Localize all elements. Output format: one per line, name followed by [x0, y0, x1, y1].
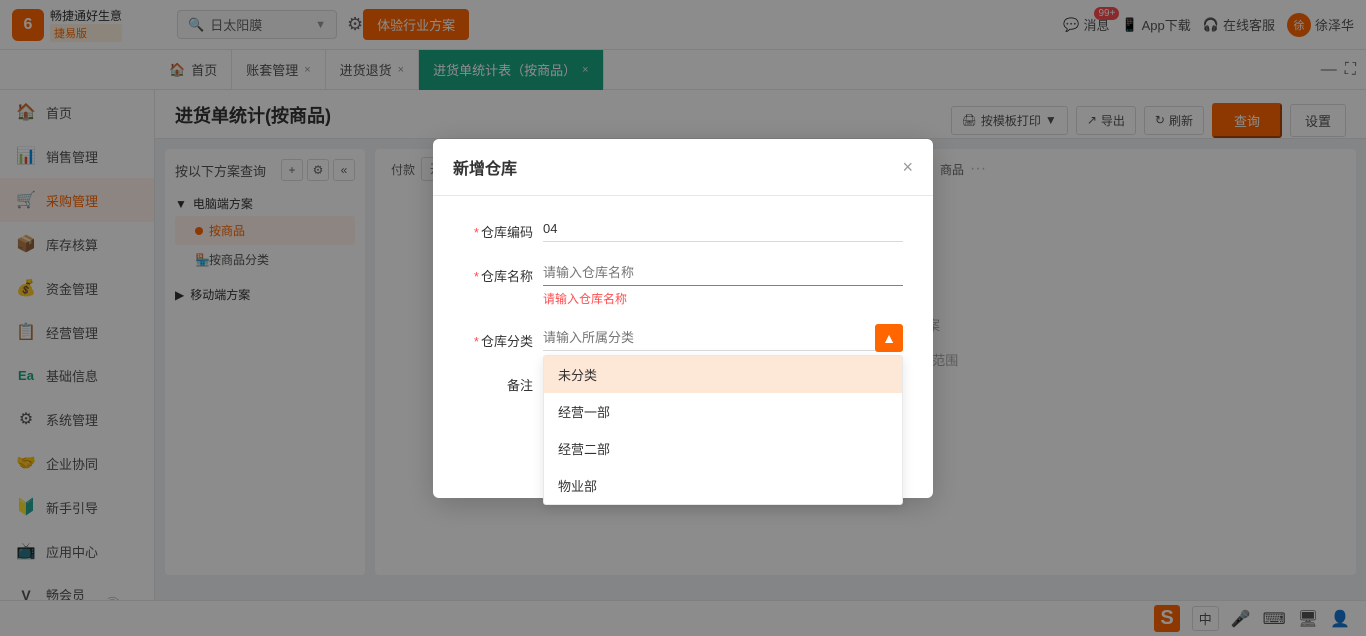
modal-close-button[interactable]: × — [902, 158, 913, 176]
warehouse-code-row: *仓库编码 — [463, 216, 903, 242]
warehouse-name-label: *仓库名称 — [463, 260, 533, 285]
warehouse-code-input[interactable] — [543, 216, 903, 242]
modal-body: *仓库编码 *仓库名称 请输入仓库名称 *仓库分类 — [433, 196, 933, 433]
warehouse-name-row: *仓库名称 请输入仓库名称 — [463, 260, 903, 307]
remark-label: 备注 — [463, 369, 533, 394]
warehouse-category-row: *仓库分类 ▲ 未分类 经营一部 经营二部 物业部 — [463, 325, 903, 351]
warehouse-name-wrap: 请输入仓库名称 — [543, 260, 903, 307]
dropdown-item-property[interactable]: 物业部 — [544, 467, 902, 504]
dropdown-item-dept1[interactable]: 经营一部 — [544, 393, 902, 430]
modal-header: 新增仓库 × — [433, 139, 933, 196]
modal-title: 新增仓库 — [453, 155, 517, 179]
category-input-wrap: ▲ 未分类 经营一部 经营二部 物业部 — [543, 325, 903, 351]
modal-new-warehouse: 新增仓库 × *仓库编码 *仓库名称 请输入仓库名称 — [433, 139, 933, 498]
modal-overlay[interactable]: 新增仓库 × *仓库编码 *仓库名称 请输入仓库名称 — [0, 0, 1366, 636]
category-dropdown: 未分类 经营一部 经营二部 物业部 — [543, 355, 903, 505]
warehouse-name-error: 请输入仓库名称 — [543, 290, 903, 307]
warehouse-code-label: *仓库编码 — [463, 216, 533, 241]
dropdown-item-dept2[interactable]: 经营二部 — [544, 430, 902, 467]
dropdown-item-uncategorized[interactable]: 未分类 — [544, 356, 902, 393]
warehouse-name-input[interactable] — [543, 260, 903, 286]
category-toggle-button[interactable]: ▲ — [875, 324, 903, 352]
warehouse-category-label: *仓库分类 — [463, 325, 533, 350]
category-input[interactable] — [543, 325, 903, 351]
